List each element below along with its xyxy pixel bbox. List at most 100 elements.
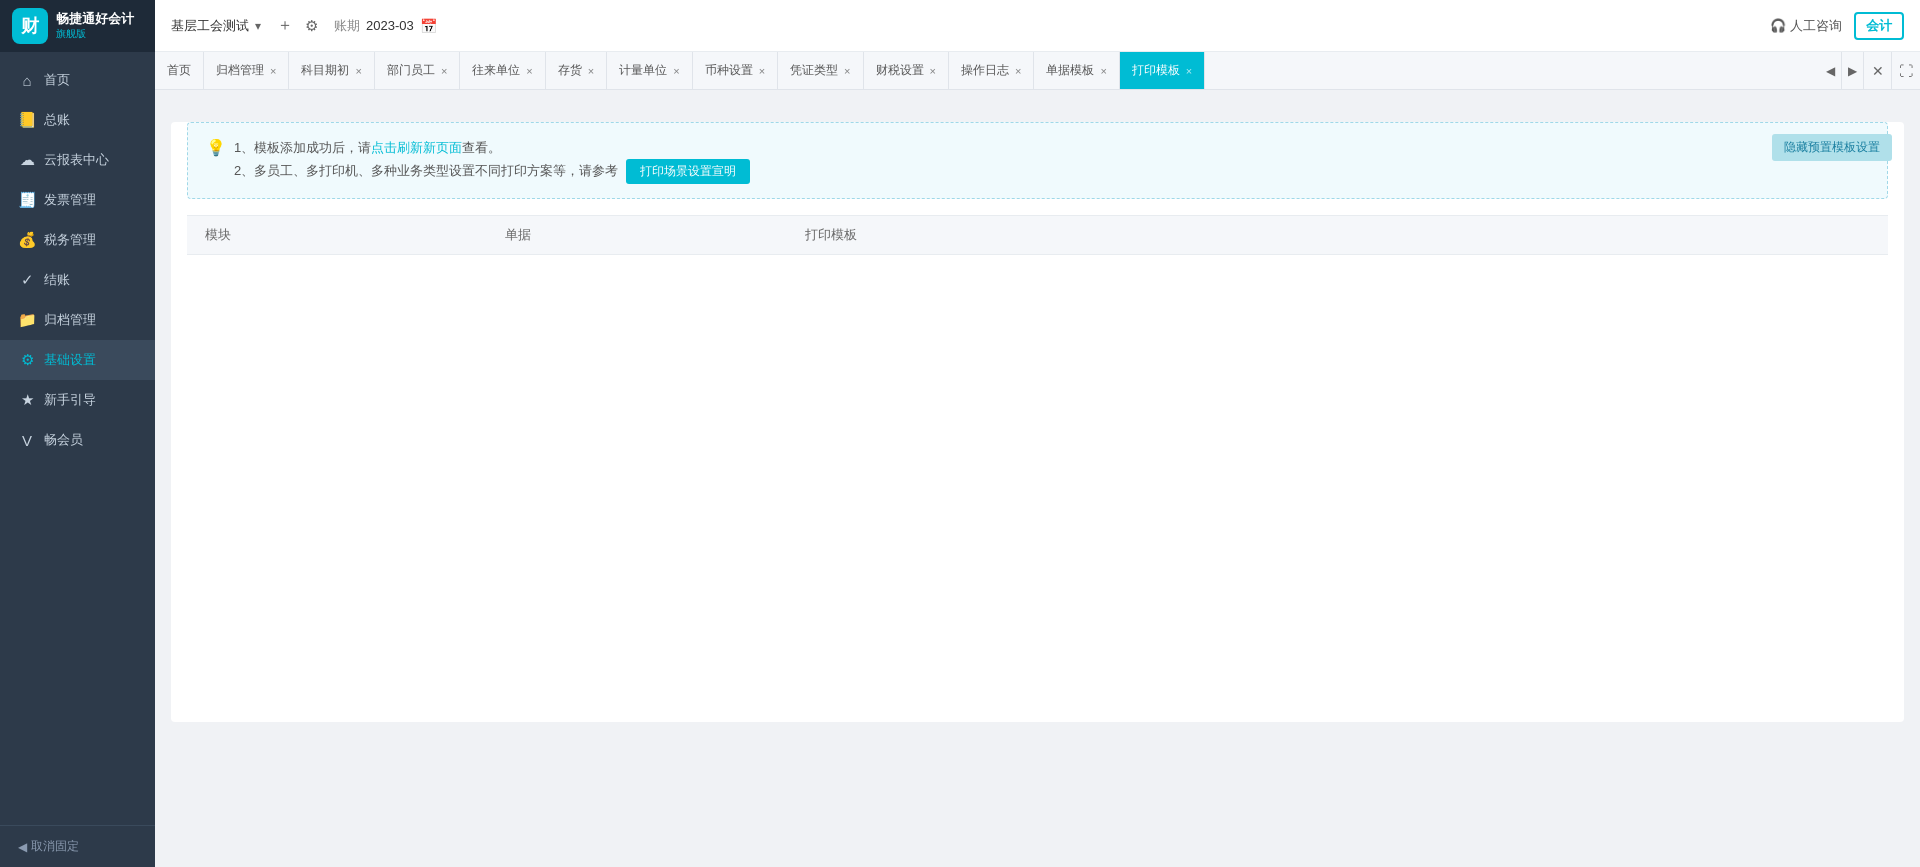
project-name: 基层工会测试 — [171, 17, 249, 35]
logo-title: 畅捷通好会计 — [56, 11, 134, 28]
calendar-icon[interactable]: 📅 — [420, 18, 437, 34]
tab-close-supplier[interactable]: × — [526, 65, 532, 77]
tab-close-department[interactable]: × — [441, 65, 447, 77]
project-chevron-icon: ▾ — [255, 19, 261, 33]
sidebar-item-member[interactable]: V 畅会员 — [0, 420, 155, 460]
cancel-fixed-label: 取消固定 — [31, 838, 79, 855]
sidebar-item-label-invoice: 发票管理 — [44, 191, 96, 209]
sidebar-item-home[interactable]: ⌂ 首页 — [0, 60, 155, 100]
logo-text: 畅捷通好会计 旗舰版 — [56, 11, 134, 42]
sidebar: 财 畅捷通好会计 旗舰版 ⌂ 首页 📒 总账 ☁ 云报表中心 🧾 发票管理 💰 … — [0, 0, 155, 867]
tab-label-inventory: 存货 — [558, 62, 582, 79]
settings-icon[interactable]: ⚙ — [305, 17, 318, 35]
reports-icon: ☁ — [18, 151, 36, 169]
service-btn[interactable]: 🎧 人工咨询 — [1770, 17, 1842, 35]
print-scene-btn[interactable]: 打印场景设置宣明 — [626, 159, 750, 184]
sidebar-item-label-tax: 税务管理 — [44, 231, 96, 249]
tab-close-single[interactable]: × — [1100, 65, 1106, 77]
tab-close-oplog[interactable]: × — [1015, 65, 1021, 77]
sidebar-item-ledger[interactable]: 📒 总账 — [0, 100, 155, 140]
tab-fiscal[interactable]: 财税设置 × — [864, 52, 949, 90]
col-template-header: 打印模板 — [805, 226, 1870, 244]
tab-close-print[interactable]: × — [1186, 65, 1192, 77]
sidebar-item-reports[interactable]: ☁ 云报表中心 — [0, 140, 155, 180]
tabs-prev-btn[interactable]: ◀ — [1820, 52, 1842, 90]
tab-label-single: 单据模板 — [1046, 62, 1094, 79]
tabs-close-all-btn[interactable]: ✕ — [1864, 52, 1892, 90]
tab-label-home: 首页 — [167, 62, 191, 79]
sidebar-item-label-settlement: 结账 — [44, 271, 70, 289]
add-tab-btn[interactable]: ＋ — [271, 13, 299, 38]
service-label: 人工咨询 — [1790, 17, 1842, 35]
sidebar-item-label-settings: 基础设置 — [44, 351, 96, 369]
sidebar-logo: 财 畅捷通好会计 旗舰版 — [0, 0, 155, 52]
tab-supplier[interactable]: 往来单位× — [460, 52, 545, 90]
bulb-icon: 💡 — [206, 138, 226, 157]
tab-inventory[interactable]: 存货 × — [546, 52, 607, 90]
tab-label-currency: 币种设置 — [705, 62, 753, 79]
member-icon: V — [18, 431, 36, 449]
tab-label-fiscal: 财税设置 — [876, 62, 924, 79]
headset-icon: 🎧 — [1770, 18, 1786, 33]
tax-icon: 💰 — [18, 231, 36, 249]
sidebar-item-archive[interactable]: 📁 归档管理 — [0, 300, 155, 340]
tab-close-archive[interactable]: × — [270, 65, 276, 77]
tabs-next-btn[interactable]: ▶ — [1842, 52, 1864, 90]
sidebar-item-guide[interactable]: ★ 新手引导 — [0, 380, 155, 420]
tab-archive[interactable]: 归档管理× — [204, 52, 289, 90]
tab-label-print: 打印模板 — [1132, 62, 1180, 79]
tab-home[interactable]: 首页 — [155, 52, 204, 90]
notice-line1: 1、模板添加成功后，请点击刷新新页面查看。 — [234, 137, 750, 159]
sidebar-item-label-ledger: 总账 — [44, 111, 70, 129]
tab-subject[interactable]: 科目期初× — [289, 52, 374, 90]
archive-icon: 📁 — [18, 311, 36, 329]
tab-close-inventory[interactable]: × — [588, 65, 594, 77]
hide-preview-btn[interactable]: 隐藏预置模板设置 — [1772, 134, 1892, 161]
tab-currency[interactable]: 币种设置 × — [693, 52, 778, 90]
notice-row: 💡 1、模板添加成功后，请点击刷新新页面查看。 2、多员工、多打印机、多种业务类… — [206, 137, 1869, 184]
tab-oplog[interactable]: 操作日志 × — [949, 52, 1034, 90]
sidebar-item-invoice[interactable]: 🧾 发票管理 — [0, 180, 155, 220]
tab-measure[interactable]: 计量单位 × — [607, 52, 692, 90]
sidebar-item-settings[interactable]: ⚙ 基础设置 — [0, 340, 155, 380]
cancel-fixed-icon: ◀ — [18, 840, 27, 854]
tab-department[interactable]: 部门员工 × — [375, 52, 460, 90]
sidebar-item-label-archive: 归档管理 — [44, 311, 96, 329]
settings-icon: ⚙ — [18, 351, 36, 369]
logo-subtitle: 旗舰版 — [56, 27, 134, 41]
notice-text: 1、模板添加成功后，请点击刷新新页面查看。 2、多员工、多打印机、多种业务类型设… — [234, 137, 750, 184]
content-panel: 隐藏预置模板设置 💡 1、模板添加成功后，请点击刷新新页面查看。 2、多员工、多… — [171, 122, 1904, 722]
tab-single[interactable]: 单据模板 × — [1034, 52, 1119, 90]
notice-line1-prefix: 1、模板添加成功后，请 — [234, 140, 371, 155]
notice-refresh-link[interactable]: 点击刷新新页面 — [371, 140, 462, 155]
tabs-bar: 首页归档管理×科目期初×部门员工×往来单位×存货×计量单位×币种设置×凭证类型×… — [155, 52, 1920, 90]
table-header: 模块 单据 打印模板 — [187, 215, 1888, 255]
tabs-expand-btn[interactable]: ⛶ — [1892, 52, 1920, 90]
tab-label-oplog: 操作日志 — [961, 62, 1009, 79]
notice-line1-suffix: 查看。 — [462, 140, 501, 155]
tab-close-subject[interactable]: × — [355, 65, 361, 77]
notice-line2: 2、多员工、多打印机、多种业务类型设置不同打印方案等，请参考 打印场景设置宣明 — [234, 159, 750, 184]
tab-close-voucher[interactable]: × — [844, 65, 850, 77]
tab-close-measure[interactable]: × — [673, 65, 679, 77]
sidebar-item-label-reports: 云报表中心 — [44, 151, 109, 169]
tab-print[interactable]: 打印模板 × — [1120, 52, 1205, 90]
logo-icon: 财 — [12, 8, 48, 44]
tab-close-fiscal[interactable]: × — [930, 65, 936, 77]
kuaiji-button[interactable]: 会计 — [1854, 12, 1904, 40]
main-area: 基层工会测试 ▾ ＋ ⚙ 账期 2023-03 📅 🎧 人工咨询 会计 首页归档… — [155, 0, 1920, 867]
project-selector[interactable]: 基层工会测试 ▾ — [171, 17, 261, 35]
sidebar-item-settlement[interactable]: ✓ 结账 — [0, 260, 155, 300]
sidebar-item-label-member: 畅会员 — [44, 431, 83, 449]
col-module-header: 模块 — [205, 226, 505, 244]
sidebar-item-tax[interactable]: 💰 税务管理 — [0, 220, 155, 260]
tab-voucher[interactable]: 凭证类型 × — [778, 52, 863, 90]
tab-close-currency[interactable]: × — [759, 65, 765, 77]
tab-label-voucher: 凭证类型 — [790, 62, 838, 79]
tab-label-measure: 计量单位 — [619, 62, 667, 79]
guide-icon: ★ — [18, 391, 36, 409]
content-area: 隐藏预置模板设置 💡 1、模板添加成功后，请点击刷新新页面查看。 2、多员工、多… — [155, 90, 1920, 867]
notice-box: 💡 1、模板添加成功后，请点击刷新新页面查看。 2、多员工、多打印机、多种业务类… — [187, 122, 1888, 199]
cancel-fixed-btn[interactable]: ◀ 取消固定 — [0, 825, 155, 867]
tab-label-department: 部门员工 — [387, 62, 435, 79]
